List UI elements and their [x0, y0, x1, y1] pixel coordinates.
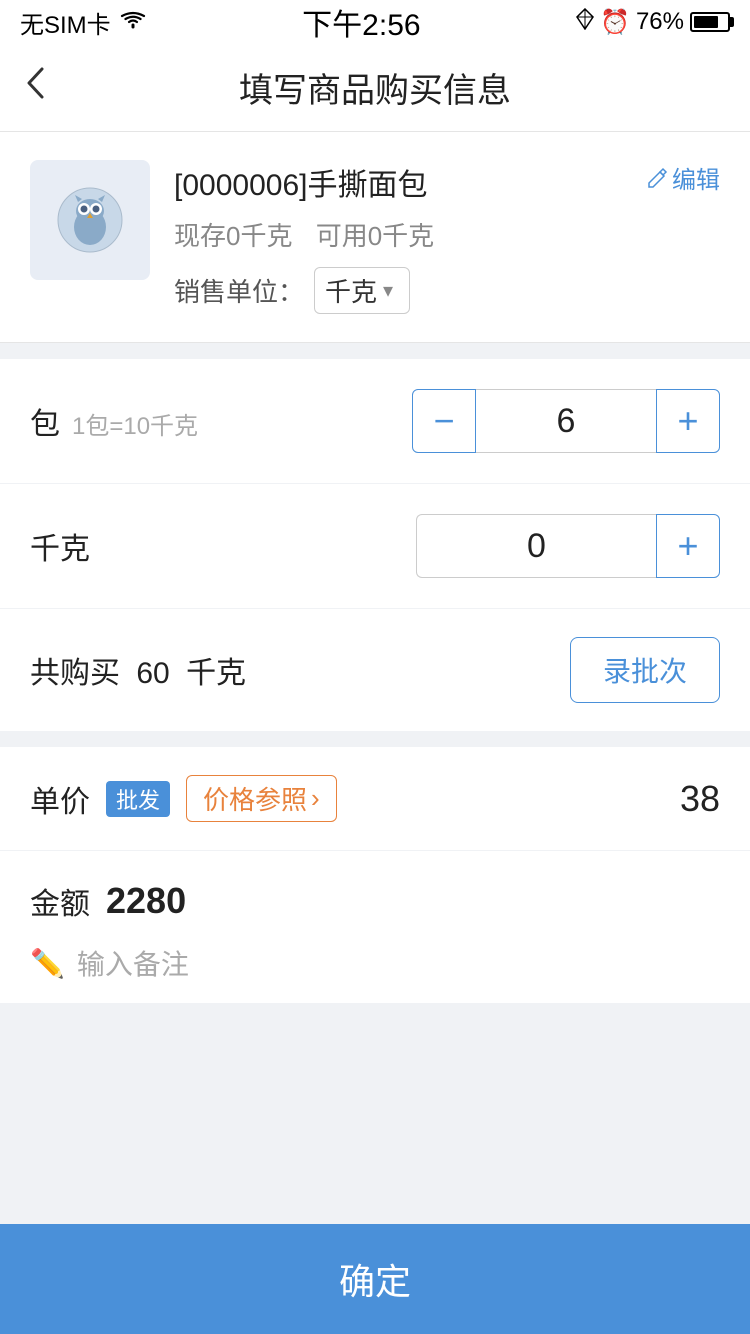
- unit-select[interactable]: 千克 ▾: [314, 267, 410, 314]
- section-divider-2: [0, 731, 750, 747]
- status-right: ⏰ 76%: [576, 8, 730, 37]
- nav-bar: 填写商品购买信息: [0, 44, 750, 132]
- kg-qty-controls: +: [416, 514, 720, 578]
- edit-remark-icon: ✏️: [30, 947, 65, 980]
- chevron-right-icon: ›: [311, 783, 320, 814]
- total-label: 共购买 60 千克: [30, 648, 246, 692]
- status-bar: 无SIM卡 下午2:56 ⏰ 76%: [0, 0, 750, 44]
- price-ref-button[interactable]: 价格参照 ›: [186, 775, 337, 822]
- bag-qty-input[interactable]: [476, 389, 656, 453]
- battery-percent: 76%: [636, 8, 684, 36]
- product-section: [0000006]手撕面包 编辑 现存0千克 可用0千克 销售单位： 千克 ▾: [0, 132, 750, 343]
- chevron-down-icon: ▾: [383, 278, 393, 303]
- gps-icon: [576, 8, 594, 37]
- battery-icon: [690, 12, 730, 32]
- product-name: [0000006]手撕面包: [174, 160, 427, 204]
- product-name-row: [0000006]手撕面包 编辑: [174, 160, 720, 204]
- kg-label: 千克: [30, 524, 90, 568]
- remark-placeholder: 输入备注: [77, 943, 189, 983]
- remark-row[interactable]: ✏️ 输入备注: [30, 943, 720, 983]
- back-button[interactable]: [24, 65, 46, 110]
- confirm-bar[interactable]: 确定: [0, 1224, 750, 1334]
- alarm-icon: ⏰: [600, 8, 630, 37]
- bag-plus-button[interactable]: +: [656, 389, 720, 453]
- product-thumbnail: [30, 160, 150, 280]
- price-value: 38: [680, 778, 720, 820]
- bag-qty-controls: − +: [412, 389, 720, 453]
- bag-quantity-row: 包 1包=10千克 − +: [0, 359, 750, 484]
- carrier-label: 无SIM卡: [20, 5, 111, 40]
- amount-value: 2280: [106, 880, 186, 922]
- product-stock: 现存0千克 可用0千克: [174, 216, 720, 253]
- edit-label: 编辑: [672, 160, 720, 195]
- total-section: 共购买 60 千克 录批次: [0, 609, 750, 731]
- status-left: 无SIM卡: [20, 5, 147, 40]
- main-content: [0000006]手撕面包 编辑 现存0千克 可用0千克 销售单位： 千克 ▾: [0, 132, 750, 1113]
- section-divider-1: [0, 343, 750, 359]
- price-section: 单价 批发 价格参照 › 38: [0, 747, 750, 851]
- amount-row: 金额 2280: [30, 879, 720, 923]
- status-time: 下午2:56: [302, 0, 420, 44]
- bag-minus-button[interactable]: −: [412, 389, 476, 453]
- amount-label: 金额: [30, 879, 90, 923]
- page-title: 填写商品购买信息: [239, 63, 511, 112]
- price-batch-tag: 批发: [106, 781, 170, 817]
- kg-plus-button[interactable]: +: [656, 514, 720, 578]
- edit-button[interactable]: 编辑: [646, 160, 720, 195]
- record-batch-button[interactable]: 录批次: [570, 637, 720, 703]
- wifi-icon: [119, 8, 147, 36]
- kg-quantity-row: 千克 +: [0, 484, 750, 609]
- bag-label: 包 1包=10千克: [30, 399, 198, 443]
- quantity-section: 包 1包=10千克 − + 千克 +: [0, 359, 750, 609]
- price-label: 单价: [30, 777, 90, 821]
- product-unit-row: 销售单位： 千克 ▾: [174, 267, 720, 314]
- kg-qty-input[interactable]: [416, 514, 656, 578]
- product-info: [0000006]手撕面包 编辑 现存0千克 可用0千克 销售单位： 千克 ▾: [174, 160, 720, 314]
- amount-section: 金额 2280 ✏️ 输入备注: [0, 851, 750, 1003]
- confirm-label: 确定: [339, 1253, 411, 1305]
